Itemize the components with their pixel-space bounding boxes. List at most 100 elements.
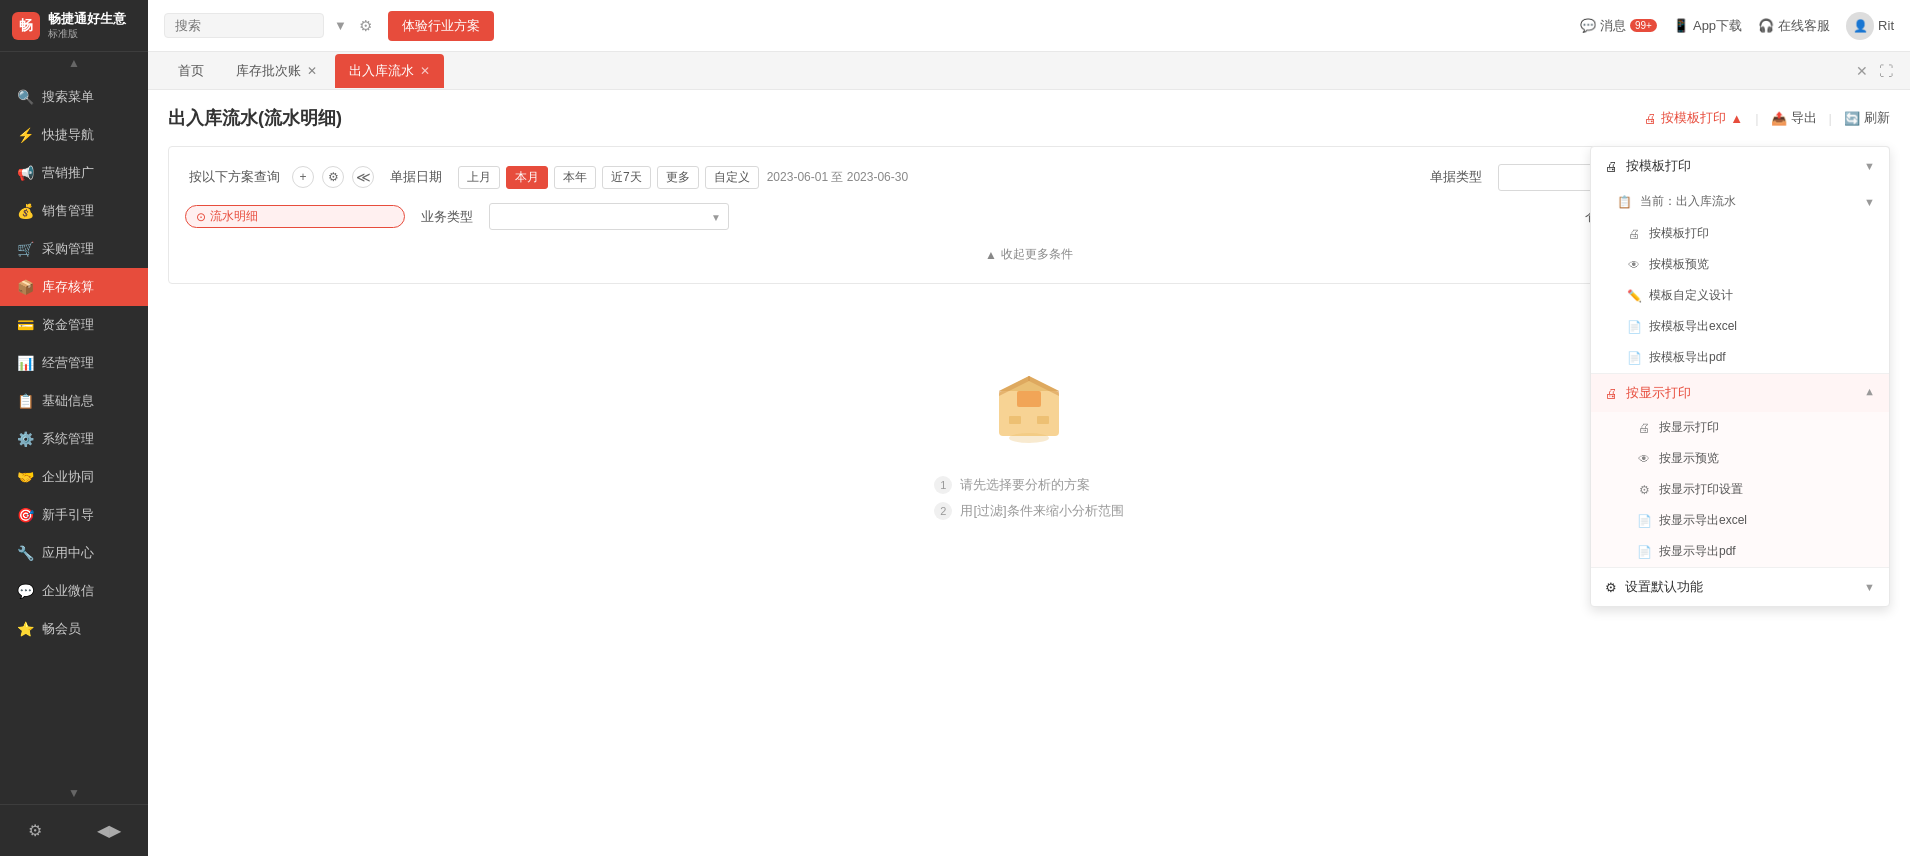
display-print-settings-item[interactable]: ⚙ 按显示打印设置 — [1591, 474, 1889, 505]
display-preview-item[interactable]: 👁 按显示预览 — [1591, 443, 1889, 474]
chevron-up-icon-2: ▲ — [985, 248, 997, 262]
empty-state-hint-2: 2 用[过滤]条件来缩小分析范围 — [934, 502, 1123, 520]
flow-detail-tag[interactable]: ⊙ 流水明细 — [185, 205, 405, 228]
sidebar: 畅 畅捷通好生意 标准版 ▲ 🔍 搜索菜单 ⚡ 快捷导航 📢 营销推广 💰 销售… — [0, 0, 148, 856]
biz-type-filter-group: 业务类型 ▼ — [421, 203, 1569, 230]
tab-home[interactable]: 首页 — [164, 54, 218, 88]
app-download-label: App下载 — [1693, 17, 1742, 35]
default-label: 设置默认功能 — [1625, 578, 1703, 596]
date-btn-more[interactable]: 更多 — [657, 166, 699, 189]
date-btn-last-month[interactable]: 上月 — [458, 166, 500, 189]
display-print-item[interactable]: 🖨 按显示打印 — [1591, 412, 1889, 443]
sidebar-scroll-up[interactable]: ▲ — [0, 52, 148, 74]
date-btn-7days[interactable]: 近7天 — [602, 166, 651, 189]
online-service-button[interactable]: 🎧 在线客服 — [1758, 17, 1830, 35]
doc-type-label: 单据类型 — [1430, 168, 1490, 186]
date-btn-custom[interactable]: 自定义 — [705, 166, 759, 189]
collapse-filter-button[interactable]: ≪ — [352, 166, 374, 188]
message-button[interactable]: 💬 消息 99+ — [1580, 17, 1657, 35]
app-logo-text: 畅捷通好生意 标准版 — [48, 11, 126, 41]
print-template-button[interactable]: 🖨 按模板打印 ▲ — [1644, 109, 1743, 127]
flow-tab-close-icon[interactable]: ✕ — [420, 64, 430, 78]
avatar-img: 👤 — [1846, 12, 1874, 40]
sidebar-item-sales[interactable]: 💰 销售管理 — [0, 192, 148, 230]
tab-batch[interactable]: 库存批次账 ✕ — [222, 54, 331, 88]
sidebar-item-newbie[interactable]: 🎯 新手引导 — [0, 496, 148, 534]
display-export-pdf-item[interactable]: 📄 按显示导出pdf — [1591, 536, 1889, 567]
display-export-excel-item[interactable]: 📄 按显示导出excel — [1591, 505, 1889, 536]
template-print-item[interactable]: 🖨 按模板打印 — [1591, 218, 1889, 249]
template-export-pdf-label: 按模板导出pdf — [1649, 349, 1726, 366]
sidebar-item-shortcut[interactable]: ⚡ 快捷导航 — [0, 116, 148, 154]
refresh-button[interactable]: 🔄 刷新 — [1844, 109, 1890, 127]
edition-label: 标准版 — [48, 27, 126, 40]
close-window-button[interactable]: ✕ — [1854, 63, 1870, 79]
sidebar-item-finance[interactable]: 💳 资金管理 — [0, 306, 148, 344]
user-name: Rit — [1878, 18, 1894, 33]
sidebar-item-operations[interactable]: 📊 经营管理 — [0, 344, 148, 382]
batch-tab-close-icon[interactable]: ✕ — [307, 64, 317, 78]
export-button[interactable]: 📤 导出 — [1771, 109, 1817, 127]
sidebar-item-member[interactable]: ⭐ 畅会员 — [0, 610, 148, 648]
printer-icon: 🖨 — [1605, 159, 1618, 174]
template-design-item[interactable]: ✏️ 模板自定义设计 — [1591, 280, 1889, 311]
sidebar-item-purchase[interactable]: 🛒 采购管理 — [0, 230, 148, 268]
current-template-item[interactable]: 📋 当前：出入库流水 ▼ — [1591, 185, 1889, 218]
template-preview-item[interactable]: 👁 按模板预览 — [1591, 249, 1889, 280]
date-btn-this-month[interactable]: 本月 — [506, 166, 548, 189]
sidebar-item-system[interactable]: ⚙️ 系统管理 — [0, 420, 148, 458]
template-print-header[interactable]: 🖨 按模板打印 ▼ — [1591, 147, 1889, 185]
user-avatar[interactable]: 👤 Rit — [1846, 12, 1894, 40]
page-toolbar: 🖨 按模板打印 ▲ | 📤 导出 | 🔄 刷新 — [1644, 109, 1890, 127]
display-print-item-label: 按显示打印 — [1659, 419, 1719, 436]
print-item-icon: 🖨 — [1627, 227, 1641, 241]
topbar-gear-icon[interactable]: ⚙ — [359, 17, 372, 35]
flow-tab-label: 出入库流水 — [349, 62, 414, 80]
industry-solution-button[interactable]: 体验行业方案 — [388, 11, 494, 41]
biz-type-input[interactable] — [489, 203, 729, 230]
toolbar-divider-2: | — [1829, 111, 1832, 126]
sidebar-item-label: 应用中心 — [42, 544, 94, 562]
sidebar-scroll-down[interactable]: ▼ — [0, 782, 148, 804]
collab-icon: 🤝 — [16, 468, 34, 486]
page-title: 出入库流水(流水明细) — [168, 106, 342, 130]
window-controls: ✕ ⛶ — [1854, 63, 1894, 79]
newbie-icon: 🎯 — [16, 506, 34, 524]
maximize-window-button[interactable]: ⛶ — [1878, 63, 1894, 79]
date-btn-this-year[interactable]: 本年 — [554, 166, 596, 189]
settings-bottom-icon[interactable]: ⚙ — [22, 815, 48, 846]
svg-point-7 — [1009, 433, 1049, 443]
refresh-label: 刷新 — [1864, 109, 1890, 127]
template-export-pdf-item[interactable]: 📄 按模板导出pdf — [1591, 342, 1889, 373]
date-filter-label: 单据日期 — [390, 168, 450, 186]
topbar-dropdown-icon[interactable]: ▼ — [334, 18, 347, 33]
tab-flow[interactable]: 出入库流水 ✕ — [335, 54, 444, 88]
sidebar-item-basics[interactable]: 📋 基础信息 — [0, 382, 148, 420]
sidebar-item-apps[interactable]: 🔧 应用中心 — [0, 534, 148, 572]
sidebar-item-search[interactable]: 🔍 搜索菜单 — [0, 78, 148, 116]
add-filter-button[interactable]: + — [292, 166, 314, 188]
sidebar-item-collab[interactable]: 🤝 企业协同 — [0, 458, 148, 496]
template-export-excel-item[interactable]: 📄 按模板导出excel — [1591, 311, 1889, 342]
weixin-icon: 💬 — [16, 582, 34, 600]
display-print-header[interactable]: 🖨 按显示打印 ▼ — [1591, 374, 1889, 412]
app-download-button[interactable]: 📱 App下载 — [1673, 17, 1742, 35]
sidebar-item-label: 库存核算 — [42, 278, 94, 296]
pdf-icon: 📄 — [1627, 351, 1641, 365]
sidebar-logo: 畅 畅捷通好生意 标准版 — [0, 0, 148, 52]
sidebar-item-weixin[interactable]: 💬 企业微信 — [0, 572, 148, 610]
default-settings-header[interactable]: ⚙ 设置默认功能 ▼ — [1591, 568, 1889, 606]
preview-icon: 👁 — [1627, 258, 1641, 272]
shortcut-icon: ⚡ — [16, 126, 34, 144]
operations-icon: 📊 — [16, 354, 34, 372]
collapse-sidebar-icon[interactable]: ◀▶ — [91, 815, 127, 846]
tag-icon: ⊙ — [196, 210, 206, 224]
message-label: 消息 — [1600, 17, 1626, 35]
sidebar-item-inventory[interactable]: 📦 库存核算 — [0, 268, 148, 306]
design-icon: ✏️ — [1627, 289, 1641, 303]
sidebar-item-label: 采购管理 — [42, 240, 94, 258]
sidebar-item-label: 企业微信 — [42, 582, 94, 600]
settings-filter-button[interactable]: ⚙ — [322, 166, 344, 188]
topbar-search-input[interactable] — [164, 13, 324, 38]
sidebar-item-marketing[interactable]: 📢 营销推广 — [0, 154, 148, 192]
